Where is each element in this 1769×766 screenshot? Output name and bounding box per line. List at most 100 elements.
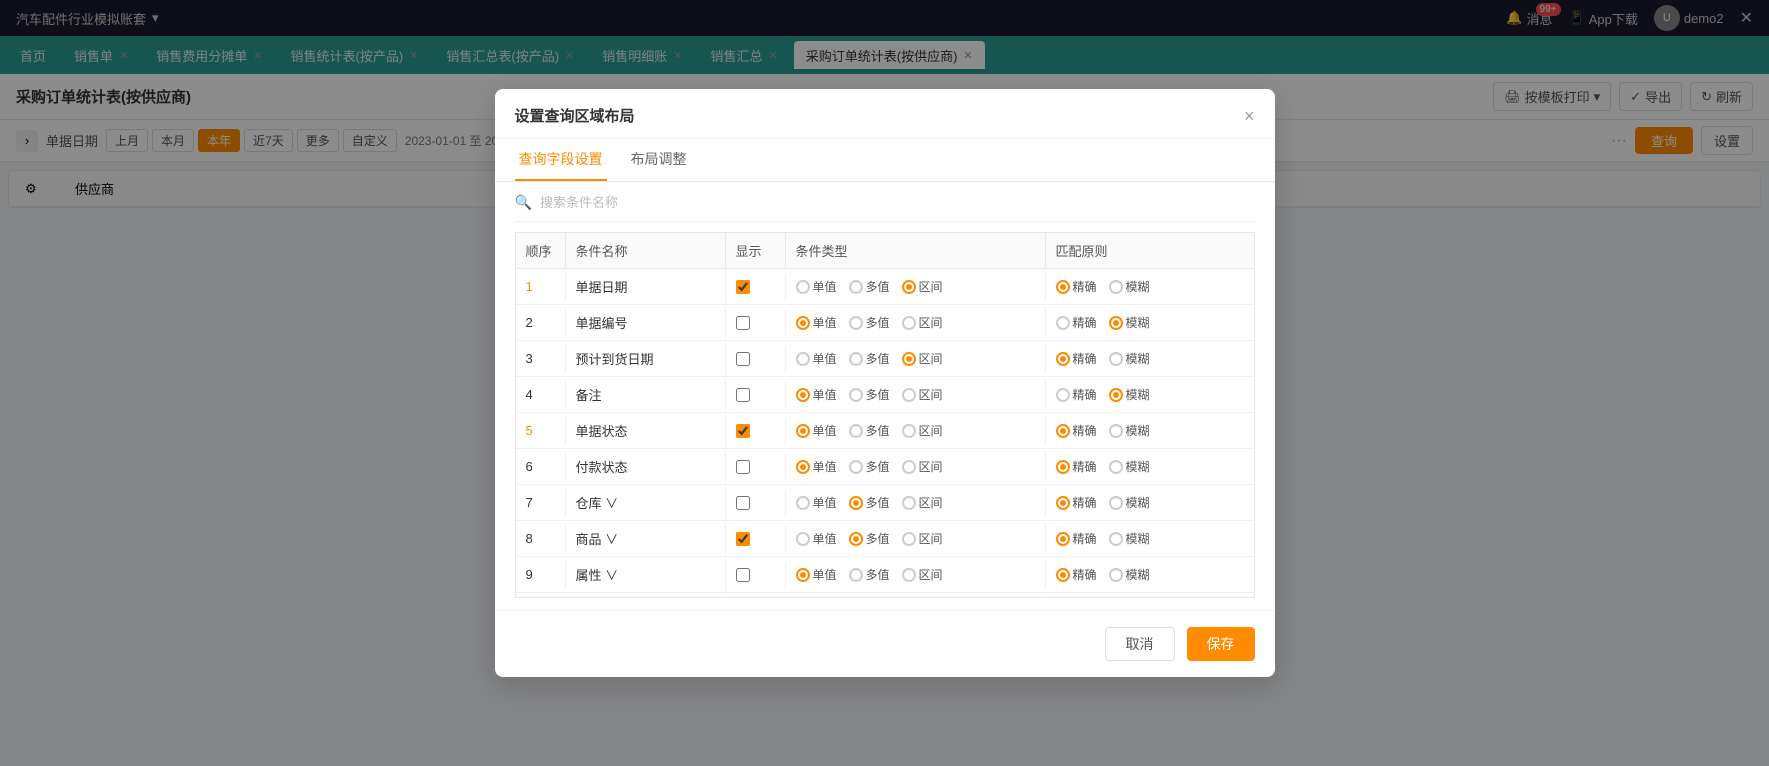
- radio-range-7[interactable]: 区间: [902, 494, 943, 511]
- radio-multi-2[interactable]: 多值: [849, 314, 890, 331]
- cell-display-1[interactable]: [726, 274, 786, 300]
- cell-name-2: 单据编号: [566, 307, 726, 338]
- radio-multi-3[interactable]: 多值: [849, 350, 890, 367]
- modal-close-button[interactable]: ×: [1244, 107, 1255, 125]
- checkbox-display-1[interactable]: [736, 280, 750, 294]
- radio-single-8[interactable]: 单值: [796, 530, 837, 547]
- table-row: 2 单据编号 单值 多值 区间: [516, 305, 1254, 341]
- modal-tab-layout[interactable]: 布局调整: [627, 139, 691, 181]
- cell-type-9: 单值 多值 区间: [786, 560, 1046, 589]
- table-row: 5 单据状态 单值 多值 区间: [516, 413, 1254, 449]
- cell-display-4[interactable]: [726, 382, 786, 408]
- radio-fuzzy-2[interactable]: 模糊: [1109, 314, 1150, 331]
- cell-display-3[interactable]: [726, 346, 786, 372]
- cell-display-9[interactable]: [726, 562, 786, 588]
- modal-tabs: 查询字段设置 布局调整: [495, 139, 1275, 182]
- cell-order-2: 2: [516, 309, 566, 336]
- table-row: 8 商品 ∨ 单值 多值 区间: [516, 521, 1254, 557]
- table-row: 3 预计到货日期 单值 多值 区间: [516, 341, 1254, 377]
- radio-range-3[interactable]: 区间: [902, 350, 943, 367]
- radio-single-6[interactable]: 单值: [796, 458, 837, 475]
- radio-range-4[interactable]: 区间: [902, 386, 943, 403]
- cell-name-1: 单据日期: [566, 271, 726, 302]
- radio-multi-5[interactable]: 多值: [849, 422, 890, 439]
- cell-display-2[interactable]: [726, 310, 786, 336]
- cell-type-5: 单值 多值 区间: [786, 416, 1046, 445]
- radio-range-5[interactable]: 区间: [902, 422, 943, 439]
- table-row: 9 属性 ∨ 单值 多值 区间: [516, 557, 1254, 593]
- radio-precise-4[interactable]: 精确: [1056, 386, 1097, 403]
- radio-single-1[interactable]: 单值: [796, 278, 837, 295]
- radio-range-8[interactable]: 区间: [902, 530, 943, 547]
- radio-precise-3[interactable]: 精确: [1056, 350, 1097, 367]
- radio-single-9[interactable]: 单值: [796, 566, 837, 583]
- cell-display-8[interactable]: [726, 526, 786, 552]
- condition-search-input[interactable]: [540, 195, 740, 210]
- radio-multi-1[interactable]: 多值: [849, 278, 890, 295]
- radio-range-2[interactable]: 区间: [902, 314, 943, 331]
- cell-match-3: 精确 模糊: [1046, 344, 1255, 373]
- radio-fuzzy-7[interactable]: 模糊: [1109, 494, 1150, 511]
- radio-range-9[interactable]: 区间: [902, 566, 943, 583]
- checkbox-display-6[interactable]: [736, 460, 750, 474]
- checkbox-display-5[interactable]: [736, 424, 750, 438]
- radio-single-3[interactable]: 单值: [796, 350, 837, 367]
- radio-single-2[interactable]: 单值: [796, 314, 837, 331]
- radio-multi-8[interactable]: 多值: [849, 530, 890, 547]
- cell-name-3: 预计到货日期: [566, 343, 726, 374]
- checkbox-display-8[interactable]: [736, 532, 750, 546]
- cell-match-7: 精确 模糊: [1046, 488, 1255, 517]
- cell-order-6: 6: [516, 453, 566, 480]
- radio-fuzzy-1[interactable]: 模糊: [1109, 278, 1150, 295]
- checkbox-display-2[interactable]: [736, 316, 750, 330]
- radio-fuzzy-4[interactable]: 模糊: [1109, 386, 1150, 403]
- radio-single-5[interactable]: 单值: [796, 422, 837, 439]
- radio-precise-6[interactable]: 精确: [1056, 458, 1097, 475]
- radio-range-6[interactable]: 区间: [902, 458, 943, 475]
- checkbox-display-9[interactable]: [736, 568, 750, 582]
- radio-precise-2[interactable]: 精确: [1056, 314, 1097, 331]
- cell-name-6: 付款状态: [566, 451, 726, 482]
- radio-multi-6[interactable]: 多值: [849, 458, 890, 475]
- cell-display-6[interactable]: [726, 454, 786, 480]
- cell-match-1: 精确 模糊: [1046, 272, 1255, 301]
- cell-name-4: 备注: [566, 379, 726, 410]
- radio-precise-5[interactable]: 精确: [1056, 422, 1097, 439]
- radio-single-4[interactable]: 单值: [796, 386, 837, 403]
- radio-precise-1[interactable]: 精确: [1056, 278, 1097, 295]
- checkbox-display-4[interactable]: [736, 388, 750, 402]
- cell-type-2: 单值 多值 区间: [786, 308, 1046, 337]
- radio-single-7[interactable]: 单值: [796, 494, 837, 511]
- radio-fuzzy-6[interactable]: 模糊: [1109, 458, 1150, 475]
- cell-display-10[interactable]: [726, 598, 786, 599]
- cancel-button[interactable]: 取消: [1105, 627, 1175, 661]
- cell-type-6: 单值 多值 区间: [786, 452, 1046, 481]
- radio-fuzzy-5[interactable]: 模糊: [1109, 422, 1150, 439]
- cell-order-1: 1: [516, 273, 566, 300]
- radio-multi-4[interactable]: 多值: [849, 386, 890, 403]
- modal-footer: 取消 保存: [495, 610, 1275, 677]
- cell-order-3: 3: [516, 345, 566, 372]
- table-row: 4 备注 单值 多值 区间: [516, 377, 1254, 413]
- cell-match-8: 精确 模糊: [1046, 524, 1255, 553]
- cell-display-7[interactable]: [726, 490, 786, 516]
- save-button[interactable]: 保存: [1187, 627, 1255, 661]
- cell-order-7: 7: [516, 489, 566, 516]
- radio-fuzzy-8[interactable]: 模糊: [1109, 530, 1150, 547]
- cell-name-8: 商品 ∨: [566, 523, 726, 554]
- modal-tab-query-fields[interactable]: 查询字段设置: [515, 139, 607, 181]
- radio-multi-7[interactable]: 多值: [849, 494, 890, 511]
- cell-type-4: 单值 多值 区间: [786, 380, 1046, 409]
- checkbox-display-7[interactable]: [736, 496, 750, 510]
- radio-range-1[interactable]: 区间: [902, 278, 943, 295]
- radio-fuzzy-3[interactable]: 模糊: [1109, 350, 1150, 367]
- radio-precise-9[interactable]: 精确: [1056, 566, 1097, 583]
- checkbox-display-3[interactable]: [736, 352, 750, 366]
- radio-precise-7[interactable]: 精确: [1056, 494, 1097, 511]
- radio-fuzzy-9[interactable]: 模糊: [1109, 566, 1150, 583]
- table-row: 6 付款状态 单值 多值 区间: [516, 449, 1254, 485]
- radio-multi-9[interactable]: 多值: [849, 566, 890, 583]
- radio-precise-8[interactable]: 精确: [1056, 530, 1097, 547]
- cell-order-8: 8: [516, 525, 566, 552]
- cell-display-5[interactable]: [726, 418, 786, 444]
